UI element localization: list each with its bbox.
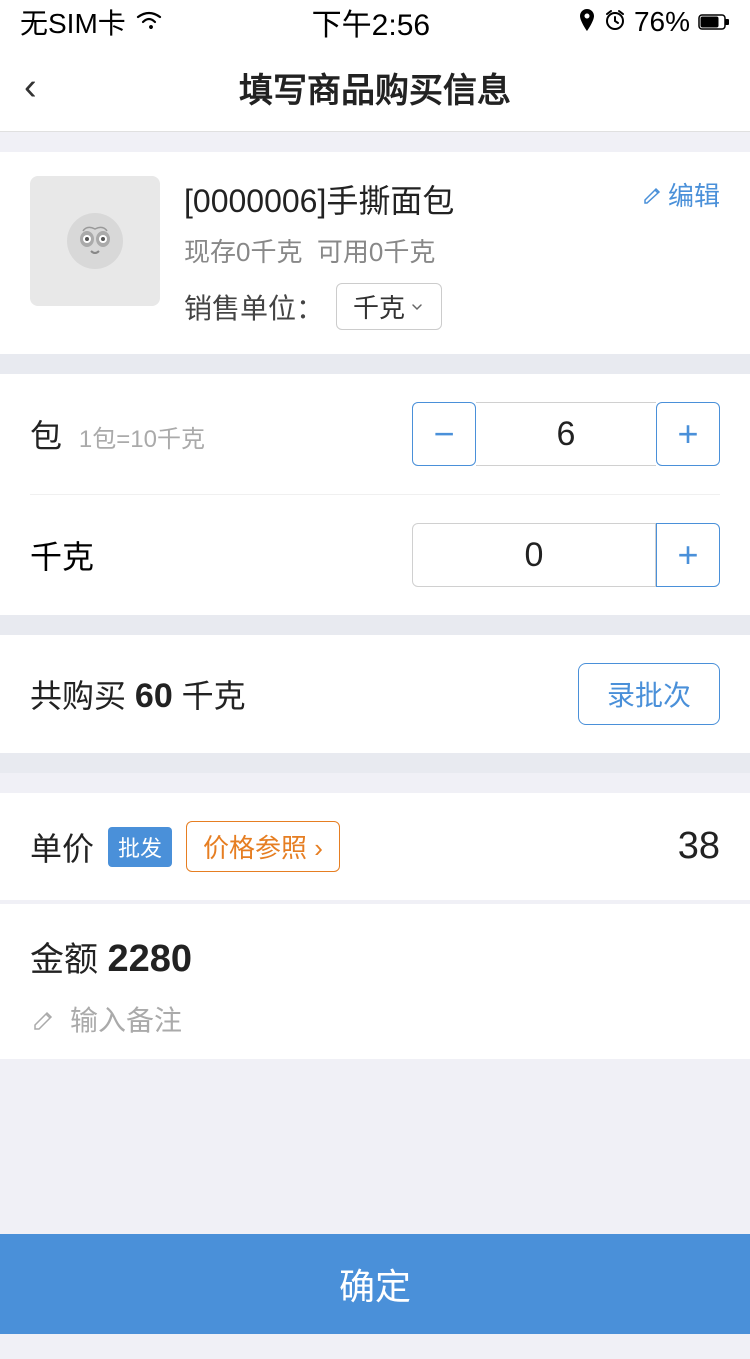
- product-card: [0000006]手撕面包 编辑 现存0千克 可用0千克 销售单位： 千克: [0, 152, 750, 354]
- unit-select[interactable]: 千克: [336, 283, 442, 330]
- alarm-icon: [604, 6, 626, 38]
- status-left: 无SIM卡: [20, 2, 164, 42]
- amount-row: 金额 2280: [30, 932, 720, 981]
- carrier-label: 无SIM卡: [20, 2, 126, 42]
- amount-value: 2280: [107, 938, 192, 980]
- kg-quantity-input[interactable]: [412, 523, 656, 587]
- product-stock: 现存0千克 可用0千克: [184, 232, 720, 269]
- price-value: 38: [678, 825, 720, 868]
- product-name: [0000006]手撕面包: [184, 176, 454, 222]
- status-right: 76%: [578, 6, 730, 38]
- remark-row[interactable]: 输入备注: [30, 999, 720, 1039]
- kg-input-row: 千克 +: [30, 495, 720, 615]
- total-text: 共购买 60 千克: [30, 671, 246, 717]
- confirm-button[interactable]: 确定: [0, 1234, 750, 1334]
- section-separator-2: [0, 615, 750, 635]
- bag-stepper: − +: [412, 402, 720, 466]
- page-title: 填写商品购买信息: [239, 63, 511, 112]
- price-section: 单价 批发 价格参照 › 38: [0, 793, 750, 900]
- back-button[interactable]: ‹: [24, 66, 37, 109]
- total-batch-row: 共购买 60 千克 录批次: [0, 635, 750, 753]
- product-info: [0000006]手撕面包 编辑 现存0千克 可用0千克 销售单位： 千克: [184, 176, 720, 330]
- price-ref-button[interactable]: 价格参照 ›: [186, 821, 340, 872]
- section-separator-3: [0, 753, 750, 773]
- bag-plus-button[interactable]: +: [656, 402, 720, 466]
- status-time: 下午2:56: [312, 0, 430, 44]
- amount-section: 金额 2280 输入备注: [0, 904, 750, 1059]
- nav-bar: ‹ 填写商品购买信息: [0, 44, 750, 132]
- bag-sub-label: 1包=10千克: [79, 426, 205, 453]
- price-label: 单价: [30, 824, 94, 870]
- batch-button[interactable]: 录批次: [578, 663, 720, 725]
- section-separator-1: [0, 354, 750, 374]
- input-section: 包 1包=10千克 − + 千克 +: [0, 374, 750, 615]
- bag-minus-button[interactable]: −: [412, 402, 476, 466]
- product-thumbnail: [30, 176, 160, 306]
- battery-icon: [698, 6, 730, 38]
- price-left: 单价 批发 价格参照 ›: [30, 821, 340, 872]
- bag-label: 包 1包=10千克: [30, 411, 205, 457]
- kg-label: 千克: [30, 532, 94, 578]
- pencil-icon: [30, 1005, 58, 1033]
- wifi-icon: [134, 6, 164, 38]
- battery-label: 76%: [634, 6, 690, 38]
- kg-stepper: +: [412, 523, 720, 587]
- edit-button[interactable]: 编辑: [642, 176, 720, 213]
- bag-input-row: 包 1包=10千克 − +: [30, 374, 720, 495]
- product-unit-row: 销售单位： 千克: [184, 283, 720, 330]
- remark-placeholder: 输入备注: [70, 999, 182, 1039]
- kg-plus-button[interactable]: +: [656, 523, 720, 587]
- bag-quantity-input[interactable]: [476, 402, 656, 466]
- location-icon: [578, 6, 596, 38]
- status-bar: 无SIM卡 下午2:56 76%: [0, 0, 750, 44]
- price-tag-pi: 批发: [108, 827, 172, 867]
